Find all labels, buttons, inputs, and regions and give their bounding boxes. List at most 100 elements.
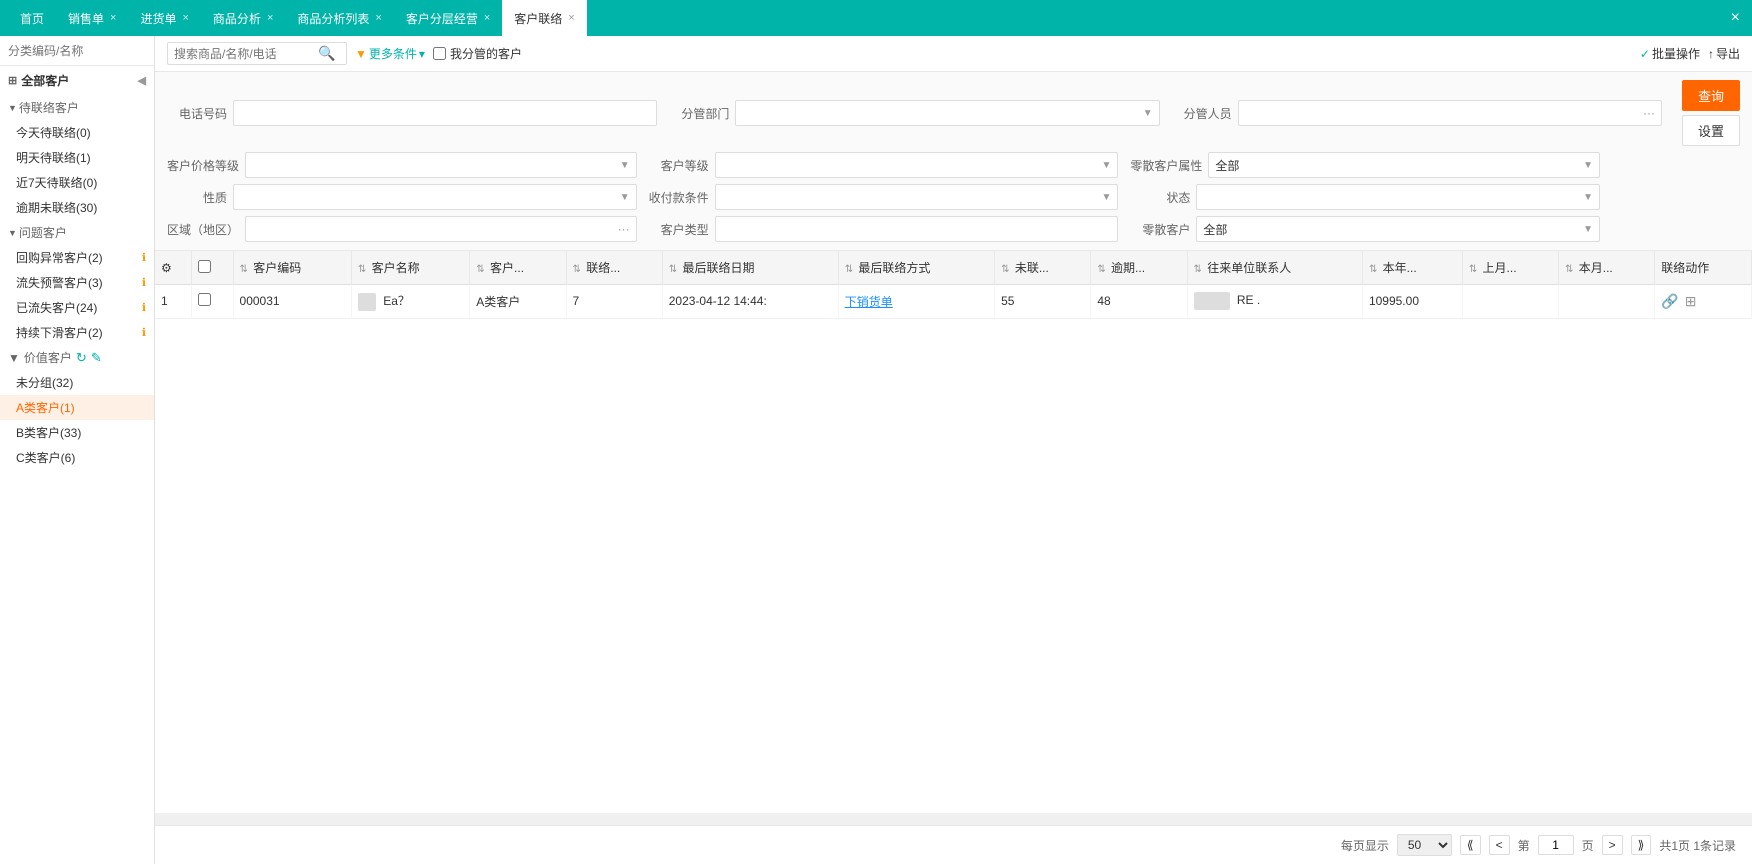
top-right-actions: ✓ 批量操作 ↑ 导出: [1640, 45, 1740, 62]
sidebar-item-tomorrow-pending[interactable]: 明天待联络(1): [0, 145, 154, 170]
sidebar-item-overdue[interactable]: 逾期未联络(30): [0, 195, 154, 220]
my-customers-checkbox[interactable]: [433, 47, 446, 60]
sidebar-item-7days-pending[interactable]: 近7天待联络(0): [0, 170, 154, 195]
close-all-tabs[interactable]: ×: [1731, 9, 1740, 27]
tab-customer-segment[interactable]: 客户分层经营 ×: [394, 0, 502, 36]
data-table: ⚙ ⇅ 客户编码 ⇅ 客户名称 ⇅ 客户...: [155, 251, 1752, 319]
export-btn[interactable]: ↑ 导出: [1708, 45, 1740, 62]
td-last-method[interactable]: 下销货单: [838, 285, 994, 319]
th-name[interactable]: ⇅ 客户名称: [351, 251, 469, 285]
th-last-contact-method[interactable]: ⇅ 最后联络方式: [838, 251, 994, 285]
filter-customer-type: 客户类型: [649, 216, 1119, 242]
filter-customer-type-input[interactable]: [715, 216, 1119, 242]
close-tab-customer-contact[interactable]: ×: [568, 12, 574, 24]
th-this-year[interactable]: ⇅ 本年...: [1362, 251, 1462, 285]
filter-status-select[interactable]: ▼: [1196, 184, 1600, 210]
first-page-btn[interactable]: ⟪: [1460, 835, 1481, 855]
filter-customer-level-select[interactable]: ▼: [715, 152, 1119, 178]
tab-product-analysis-list[interactable]: 商品分析列表 ×: [285, 0, 393, 36]
more-conditions-btn[interactable]: ▼ 更多条件 ▾: [355, 45, 425, 62]
close-tab-purchase[interactable]: ×: [182, 12, 188, 24]
filter-payment-select[interactable]: ▼: [715, 184, 1119, 210]
th-this-month[interactable]: ⇅ 本月...: [1559, 251, 1655, 285]
sidebar-item-class-a[interactable]: A类客户(1): [0, 395, 154, 420]
sidebar-item-today-pending[interactable]: 今天待联络(0): [0, 120, 154, 145]
filter-price-level-select[interactable]: ▼: [245, 152, 637, 178]
sidebar-item-ungrouped[interactable]: 未分组(32): [0, 370, 154, 395]
filter-nature-select[interactable]: ▼: [233, 184, 637, 210]
th-overdue[interactable]: ⇅ 逾期...: [1091, 251, 1187, 285]
th-code[interactable]: ⇅ 客户编码: [233, 251, 351, 285]
close-tab-customer-segment[interactable]: ×: [484, 12, 490, 24]
chevron-down-icon-3: ▼: [1101, 160, 1111, 171]
sidebar-item-repeat-anomaly[interactable]: 回购异常客户(2) ℹ: [0, 245, 154, 270]
tab-product-analysis[interactable]: 商品分析 ×: [201, 0, 285, 36]
sidebar-item-class-b[interactable]: B类客户(33): [0, 420, 154, 445]
td-level: A类客户: [470, 285, 566, 319]
qr-action-icon[interactable]: ⊞: [1685, 293, 1697, 310]
tab-home[interactable]: 首页: [8, 0, 56, 36]
filter-search-icon[interactable]: 🔍: [318, 45, 335, 62]
filter-search-input[interactable]: [174, 47, 314, 61]
page-number-input[interactable]: [1538, 835, 1574, 855]
filter-region-select[interactable]: ···: [245, 216, 637, 242]
batch-op-btn[interactable]: ✓ 批量操作: [1640, 45, 1700, 62]
sidebar-search-box: 🔍: [0, 36, 154, 66]
sidebar-item-declining[interactable]: 持续下滑客户(2) ℹ: [0, 320, 154, 345]
sidebar-all-customers[interactable]: ⊞ 全部客户 ◀: [0, 66, 154, 95]
filter-retail-attr-select[interactable]: 全部 ▼: [1208, 152, 1600, 178]
close-tab-sales[interactable]: ×: [110, 12, 116, 24]
link-action-icon[interactable]: 🔗: [1661, 293, 1678, 310]
th-uncontacted[interactable]: ⇅ 未联...: [995, 251, 1091, 285]
my-customers-checkbox-label[interactable]: 我分管的客户: [433, 45, 522, 62]
edit-icon[interactable]: ✎: [91, 350, 102, 366]
filter-dept-label: 分管部门: [669, 105, 729, 122]
collapse-icon[interactable]: ◀: [138, 74, 146, 87]
filter-phone-input[interactable]: [233, 100, 657, 126]
last-page-btn[interactable]: ⟫: [1631, 835, 1652, 855]
sort-icon-contact: ⇅: [573, 264, 581, 275]
close-tab-product-analysis-list[interactable]: ×: [375, 12, 381, 24]
th-contact-person[interactable]: ⇅ 往来单位联系人: [1187, 251, 1362, 285]
refresh-icon[interactable]: ↻: [76, 350, 87, 366]
table-row: 1 000031 Ea？ A类客户 7 2023-04-12 14:44: 下销…: [155, 285, 1752, 319]
horizontal-scrollbar[interactable]: [155, 813, 1752, 825]
th-contact-count[interactable]: ⇅ 联络...: [566, 251, 662, 285]
td-code: 000031: [233, 285, 351, 319]
query-button[interactable]: 查询: [1682, 80, 1740, 111]
filter-retail-customer-select[interactable]: 全部 ▼: [1196, 216, 1600, 242]
td-row-checkbox[interactable]: [192, 285, 233, 319]
filter-retail-attr-label: 零散客户属性: [1130, 157, 1202, 174]
tab-customer-contact[interactable]: 客户联络 ×: [502, 0, 586, 36]
sort-icon-level: ⇅: [476, 264, 484, 275]
select-all-checkbox[interactable]: [198, 260, 211, 273]
th-last-contact-date[interactable]: ⇅ 最后联络日期: [662, 251, 838, 285]
chevron-down-icon-2: ▼: [620, 160, 630, 171]
filter-price-level-label: 客户价格等级: [167, 157, 239, 174]
th-level[interactable]: ⇅ 客户...: [470, 251, 566, 285]
sidebar-item-class-c[interactable]: C类客户(6): [0, 445, 154, 470]
filter-phone-label: 电话号码: [167, 105, 227, 122]
filter-dept-select[interactable]: ▼: [735, 100, 1159, 126]
filter-manager-select[interactable]: ···: [1238, 100, 1662, 126]
tab-sales[interactable]: 销售单 ×: [56, 0, 128, 36]
tab-purchase[interactable]: 进货单 ×: [128, 0, 200, 36]
td-uncontacted: 55: [995, 285, 1091, 319]
th-last-month[interactable]: ⇅ 上月...: [1462, 251, 1558, 285]
sidebar-item-loss-warning[interactable]: 流失预警客户(3) ℹ: [0, 270, 154, 295]
sidebar-search-input[interactable]: [8, 44, 155, 58]
filter-payment: 收付款条件 ▼: [649, 184, 1119, 210]
sidebar-group-problem: ▼ 问题客户: [0, 220, 154, 245]
row-checkbox[interactable]: [198, 293, 211, 306]
prev-page-btn[interactable]: <: [1489, 835, 1510, 855]
sidebar-item-lost[interactable]: 已流失客户(24) ℹ: [0, 295, 154, 320]
page-size-select[interactable]: 50 100 200: [1397, 834, 1452, 856]
th-settings[interactable]: ⚙: [155, 251, 192, 285]
th-checkbox[interactable]: [192, 251, 233, 285]
action-icons: 🔗 ⊞: [1661, 293, 1745, 310]
close-tab-product-analysis[interactable]: ×: [267, 12, 273, 24]
dots-icon-2: ···: [618, 222, 630, 236]
table-body: 1 000031 Ea？ A类客户 7 2023-04-12 14:44: 下销…: [155, 285, 1752, 319]
settings-button[interactable]: 设置: [1682, 115, 1740, 146]
next-page-btn[interactable]: >: [1602, 835, 1623, 855]
